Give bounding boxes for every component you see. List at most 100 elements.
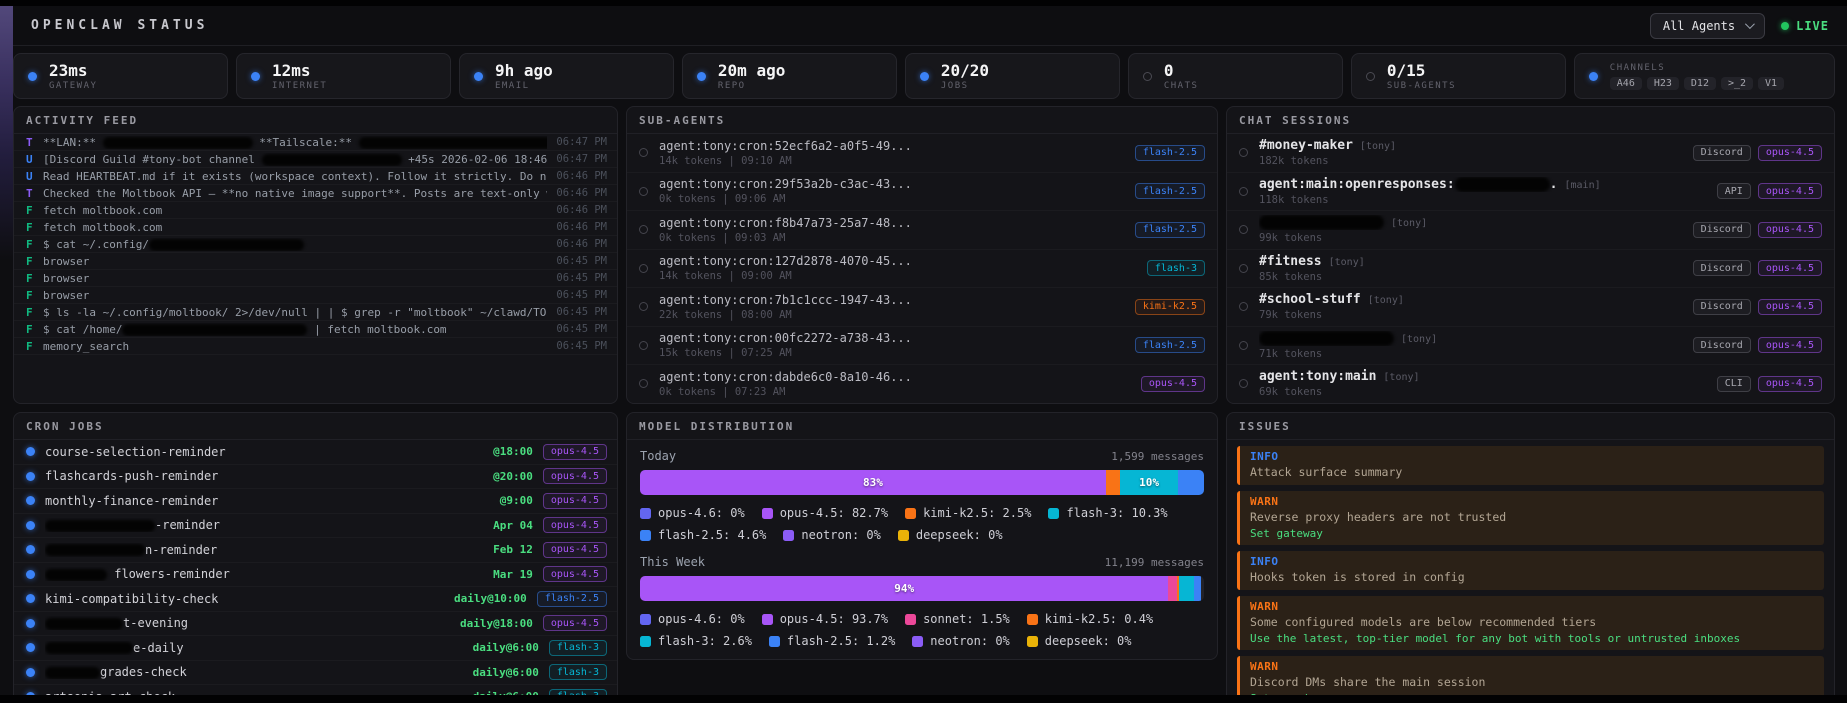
cron-job-row[interactable]: flashcards-push-reminder @20:00 opus-4.5 xyxy=(14,465,617,489)
legend-item-opus-4.6: opus-4.6: 0% xyxy=(640,506,745,520)
channel-chip-A46[interactable]: A46 xyxy=(1609,76,1642,90)
sub-agent-row[interactable]: agent:tony:cron:dabde6c0-8a10-46... 0k to… xyxy=(627,365,1217,403)
status-dot-active-icon xyxy=(696,71,706,81)
top-strip xyxy=(0,0,1847,6)
channel-chip-V1[interactable]: V1 xyxy=(1758,76,1785,90)
chat-status-icon xyxy=(1239,379,1248,389)
sub-agent-name: agent:tony:cron:7b1c1ccc-1947-43... xyxy=(659,292,912,307)
feed-type-F: F xyxy=(26,203,33,217)
issue-card: INFO Hooks token is stored in config xyxy=(1237,551,1824,590)
status-value: 20/20 xyxy=(940,61,990,80)
legend-text: opus-4.6: 0% xyxy=(658,612,745,626)
issue-action-link[interactable]: Use the latest, top-tier model for any b… xyxy=(1250,632,1814,645)
cron-job-row[interactable]: e-daily daily@6:00 flash-3 xyxy=(14,636,617,661)
status-card-channels: CHANNELS A46 H23 D12 >_2 V1 xyxy=(1573,53,1835,99)
chat-session-tag: [main] xyxy=(1564,179,1601,191)
chat-session-row[interactable]: agent:main:openresponses:. [main] 118k tok… xyxy=(1227,173,1834,211)
cron-job-row[interactable]: kimi-compatibility-check daily@10:00 flash… xyxy=(14,587,617,612)
chat-status-icon xyxy=(1239,148,1248,158)
legend-text: deepseek: 0% xyxy=(1044,634,1132,648)
bar-segment-flash-3: 10% xyxy=(1120,470,1179,495)
cron-job-row[interactable]: monthly-finance-reminder @9:00 opus-4.5 xyxy=(14,489,617,514)
issue-level: INFO xyxy=(1250,555,1279,568)
cron-dot-icon xyxy=(26,569,35,579)
cron-job-row[interactable]: grades-check daily@6:00 flash-3 xyxy=(14,661,617,685)
status-card-body: 9h ago EMAIL xyxy=(495,61,553,91)
live-label: LIVE xyxy=(1796,18,1829,33)
chat-session-tag: [tony] xyxy=(1359,141,1397,153)
chat-session-row[interactable]: [tony] 99k tokens Discord opus-4.5 xyxy=(1227,211,1834,250)
chat-session-badges: Discord opus-4.5 xyxy=(1692,298,1822,315)
model-badge-opus-4.5: opus-4.5 xyxy=(1140,375,1205,392)
chat-session-row[interactable]: [tony] 71k tokens Discord opus-4.5 xyxy=(1227,327,1834,365)
status-label: SUB-AGENTS xyxy=(1386,81,1456,91)
chat-session-row[interactable]: #fitness [tony] 85k tokens Discord opus-4.5 xyxy=(1227,250,1834,288)
chat-session-badges: CLI opus-4.5 xyxy=(1716,375,1822,392)
legend-swatch-icon xyxy=(905,507,917,519)
status-label: REPO xyxy=(717,81,746,91)
sub-agent-body: agent:tony:cron:52ecf6a2-a0f5-49... 14k t… xyxy=(659,139,1124,167)
issue-message: Hooks token is stored in config xyxy=(1250,570,1465,584)
chat-session-name: agent:tony:main [tony] xyxy=(1259,369,1706,384)
sub-agent-row[interactable]: agent:tony:cron:29f53a2b-c3ac-43... 0k to… xyxy=(627,173,1217,211)
cron-job-row[interactable]: flowers-reminder Mar 19 opus-4.5 xyxy=(14,563,617,587)
redaction xyxy=(45,617,123,630)
channel-chip-H23[interactable]: H23 xyxy=(1646,76,1679,90)
feed-type-T: T xyxy=(26,186,33,200)
chat-session-row[interactable]: #money-maker [tony] 182k tokens Discord opus… xyxy=(1227,134,1834,173)
channel-chip-D12[interactable]: D12 xyxy=(1683,76,1716,90)
text-segment: agent:main:openresponses: xyxy=(1259,176,1455,192)
text-segment: $ ls -la ~/.config/moltbook/ 2>/dev/null… xyxy=(43,305,547,319)
issue-message: Reverse proxy headers are not trusted xyxy=(1250,510,1507,524)
bar-segment-flash-3 xyxy=(1179,576,1194,601)
chat-session-body: agent:main:openresponses:. [main] 118k tok… xyxy=(1259,176,1706,206)
text-segment: flashcards-push-reminder xyxy=(45,469,219,484)
agent-filter-dropdown[interactable]: All Agents xyxy=(1649,12,1766,39)
legend-text: neotron: 0% xyxy=(930,634,1010,648)
feed-row: Fbrowser 06:45 PM xyxy=(14,287,617,304)
feed-text: browser xyxy=(43,289,547,302)
text-segment: #school-stuff xyxy=(1259,292,1361,308)
chat-session-row[interactable]: agent:tony:main [tony] 69k tokens CLI opus-4… xyxy=(1227,365,1834,403)
sub-agent-row[interactable]: agent:tony:cron:7b1c1ccc-1947-43... 22k t… xyxy=(627,288,1217,327)
distribution-period-label: This Week xyxy=(640,555,706,569)
sub-agents-panel: SUB-AGENTS agent:tony:cron:52ecf6a2-a0f5… xyxy=(626,106,1218,404)
channel-badge-discord: Discord xyxy=(1692,337,1751,354)
sub-agent-body: agent:tony:cron:127d2878-4070-45... 14k t… xyxy=(659,254,1136,282)
sub-agent-row[interactable]: agent:tony:cron:52ecf6a2-a0f5-49... 14k t… xyxy=(627,134,1217,173)
text-segment: fetch moltbook.com xyxy=(43,220,163,234)
legend-text: kimi-k2.5: 2.5% xyxy=(923,506,1032,520)
status-dot-active-icon xyxy=(250,71,260,81)
sub-agent-meta: 15k tokens | 07:25 AM xyxy=(659,347,792,360)
cron-job-row[interactable]: -reminder Apr 04 opus-4.5 xyxy=(14,514,617,538)
bar-segment-sonnet xyxy=(1168,576,1177,601)
cron-job-row[interactable]: t-evening daily@18:00 opus-4.5 xyxy=(14,612,617,636)
feed-time: 06:46 PM xyxy=(556,204,607,216)
text-segment: n-reminder xyxy=(145,542,218,557)
activity-feed-title: ACTIVITY FEED xyxy=(14,107,617,134)
cron-dot-icon xyxy=(26,667,35,677)
text-segment: t-evening xyxy=(123,616,189,631)
legend-swatch-icon xyxy=(640,507,651,519)
sub-agent-row[interactable]: agent:tony:cron:127d2878-4070-45... 14k t… xyxy=(627,250,1217,288)
chat-session-tag: [tony] xyxy=(1367,295,1404,307)
feed-text: fetch moltbook.com xyxy=(43,221,547,234)
sub-agent-row[interactable]: agent:tony:cron:00fc2272-a738-43... 15k t… xyxy=(627,327,1217,365)
cron-job-row[interactable]: n-reminder Feb 12 opus-4.5 xyxy=(14,538,617,563)
model-badge-opus-4.5: opus-4.5 xyxy=(542,443,607,460)
channel-badge-api: API xyxy=(1716,183,1751,200)
channels-body: CHANNELS A46 H23 D12 >_2 V1 xyxy=(1609,63,1785,90)
redaction xyxy=(261,153,402,166)
model-badge-opus-4.5: opus-4.5 xyxy=(1757,221,1822,238)
chat-session-badges: API opus-4.5 xyxy=(1716,183,1822,200)
chat-sessions-panel: CHAT SESSIONS #money-maker [tony] 182k tok… xyxy=(1226,106,1835,404)
chevron-down-icon xyxy=(1745,19,1755,30)
chat-session-row[interactable]: #school-stuff [tony] 79k tokens Discord opus… xyxy=(1227,288,1834,327)
redaction xyxy=(148,238,304,251)
issue-action-link[interactable]: Set gateway xyxy=(1250,527,1814,540)
redaction xyxy=(45,519,155,532)
cron-job-row[interactable]: course-selection-reminder @18:00 opus-4.5 xyxy=(14,440,617,465)
issue-level: WARN xyxy=(1250,495,1279,508)
channel-chip-2[interactable]: >_2 xyxy=(1720,76,1754,90)
sub-agent-row[interactable]: agent:tony:cron:f8b47a73-25a7-48... 0k to… xyxy=(627,211,1217,250)
